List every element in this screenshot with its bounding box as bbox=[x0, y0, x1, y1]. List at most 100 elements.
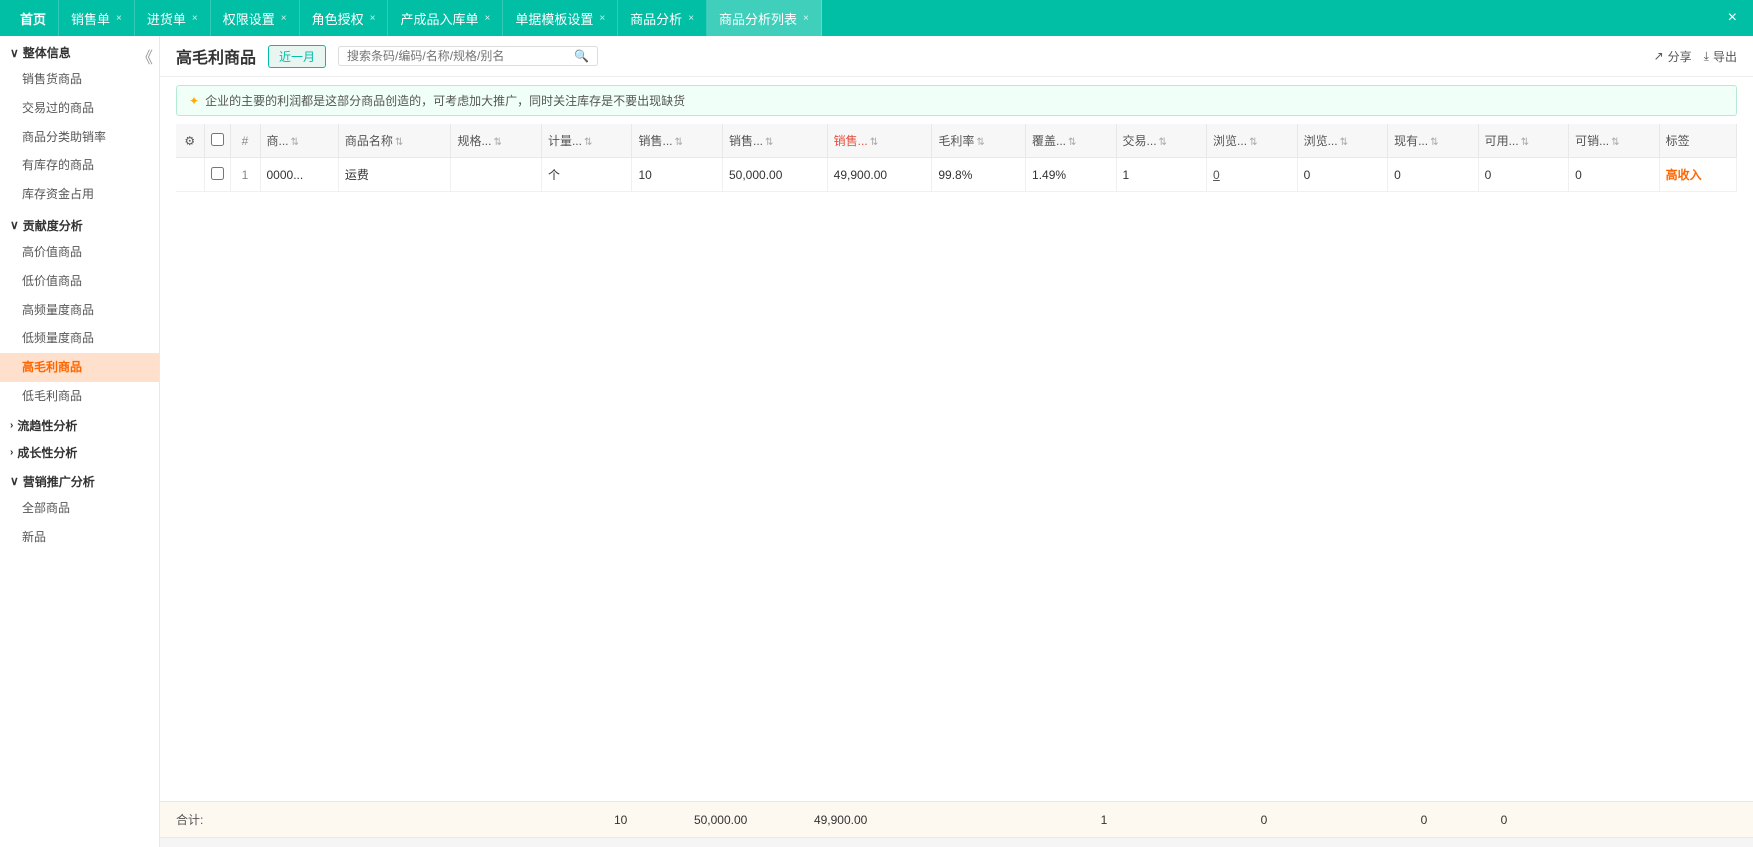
sidebar-item-low-freq-goods[interactable]: 低频量度商品 bbox=[0, 324, 159, 353]
th-current-stock[interactable]: 现有...⇅ bbox=[1388, 124, 1479, 158]
content-header: 高毛利商品 近一月 🔍 ↗ 分享 ⤓ 导出 bbox=[160, 36, 1753, 77]
top-navigation: 首页 销售单 × 进货单 × 权限设置 × 角色授权 × 产成品入库单 × 单据… bbox=[0, 0, 1753, 36]
sort-browse1-icon[interactable]: ⇅ bbox=[1249, 137, 1257, 148]
td-browse1[interactable]: 0 bbox=[1207, 158, 1298, 192]
horizontal-scrollbar[interactable] bbox=[160, 837, 1753, 847]
td-margin-rate: 99.8% bbox=[932, 158, 1026, 192]
sidebar-group-financial-analysis[interactable]: ∨ 贡献度分析 bbox=[0, 209, 159, 238]
close-permission-icon[interactable]: × bbox=[281, 13, 287, 24]
td-sales-amount: 50,000.00 bbox=[723, 158, 828, 192]
th-browse1[interactable]: 浏览...⇅ bbox=[1207, 124, 1298, 158]
th-checkbox[interactable] bbox=[204, 124, 230, 158]
td-sales-profit: 49,900.00 bbox=[827, 158, 932, 192]
th-browse2[interactable]: 浏览...⇅ bbox=[1297, 124, 1388, 158]
th-margin-rate[interactable]: 毛利率⇅ bbox=[932, 124, 1026, 158]
close-sales-order-icon[interactable]: × bbox=[116, 13, 122, 24]
th-sales-qty[interactable]: 销售...⇅ bbox=[632, 124, 723, 158]
nav-tab-sales-order[interactable]: 销售单 × bbox=[59, 0, 135, 36]
nav-tab-finished-goods[interactable]: 产成品入库单 × bbox=[388, 0, 503, 36]
footer-sales-qty: 10 bbox=[553, 813, 633, 827]
th-num: # bbox=[230, 124, 260, 158]
sort-trade-count-icon[interactable]: ⇅ bbox=[1159, 137, 1167, 148]
td-checkbox[interactable] bbox=[204, 158, 230, 192]
content-area: 高毛利商品 近一月 🔍 ↗ 分享 ⤓ 导出 ✦ 企业的主要的利润都是这部分商品创… bbox=[160, 36, 1753, 847]
sidebar-item-all-goods[interactable]: 全部商品 bbox=[0, 494, 159, 523]
close-purchase-order-icon[interactable]: × bbox=[192, 13, 198, 24]
sidebar-item-high-freq-goods[interactable]: 高频量度商品 bbox=[0, 296, 159, 325]
th-spec[interactable]: 规格...⇅ bbox=[451, 124, 542, 158]
close-all-button[interactable]: × bbox=[1720, 9, 1745, 27]
nav-tab-permission-settings[interactable]: 权限设置 × bbox=[211, 0, 300, 36]
share-button[interactable]: ↗ 分享 bbox=[1654, 48, 1692, 65]
sort-sales-profit-icon[interactable]: ⇅ bbox=[870, 137, 878, 148]
sidebar-item-goods-classification[interactable]: 商品分类助销率 bbox=[0, 123, 159, 152]
close-role-auth-icon[interactable]: × bbox=[370, 13, 376, 24]
sidebar-group-growth-analysis[interactable]: › 成长性分析 bbox=[0, 438, 159, 465]
nav-tab-role-auth[interactable]: 角色授权 × bbox=[300, 0, 389, 36]
info-icon: ✦ bbox=[189, 94, 199, 108]
nav-tab-goods-analysis[interactable]: 商品分析 × bbox=[618, 0, 707, 36]
sort-sales-qty-icon[interactable]: ⇅ bbox=[675, 137, 683, 148]
th-unit[interactable]: 计量...⇅ bbox=[541, 124, 632, 158]
sidebar-group-overall-info[interactable]: ∨ 整体信息 bbox=[0, 36, 159, 65]
sidebar-item-low-margin-goods[interactable]: 低毛利商品 bbox=[0, 382, 159, 411]
sidebar-collapse-button[interactable]: 《 bbox=[137, 44, 153, 68]
main-layout: 《 ∨ 整体信息 销售货商品 交易过的商品 商品分类助销率 有库存的商品 库存资… bbox=[0, 36, 1753, 847]
th-coverage[interactable]: 覆盖...⇅ bbox=[1026, 124, 1117, 158]
th-sales-amount[interactable]: 销售...⇅ bbox=[723, 124, 828, 158]
sort-sales-amount-icon[interactable]: ⇅ bbox=[765, 137, 773, 148]
sidebar: 《 ∨ 整体信息 销售货商品 交易过的商品 商品分类助销率 有库存的商品 库存资… bbox=[0, 36, 160, 847]
search-input[interactable] bbox=[347, 49, 570, 63]
sort-name-icon[interactable]: ⇅ bbox=[395, 137, 403, 148]
export-button[interactable]: ⤓ 导出 bbox=[1704, 48, 1737, 65]
th-code[interactable]: 商...⇅ bbox=[260, 124, 338, 158]
td-num: 1 bbox=[230, 158, 260, 192]
close-goods-analysis-icon[interactable]: × bbox=[688, 13, 694, 24]
sidebar-item-inventory-capital[interactable]: 库存资金占用 bbox=[0, 180, 159, 209]
sort-available-stock-icon[interactable]: ⇅ bbox=[1521, 137, 1529, 148]
sidebar-item-trading-goods[interactable]: 交易过的商品 bbox=[0, 94, 159, 123]
sidebar-item-new-goods[interactable]: 新品 bbox=[0, 523, 159, 552]
sidebar-item-sales-ranking[interactable]: 销售货商品 bbox=[0, 65, 159, 94]
nav-tab-goods-analysis-list[interactable]: 商品分析列表 × bbox=[707, 0, 822, 36]
search-icon[interactable]: 🔍 bbox=[574, 49, 589, 63]
nav-tab-home[interactable]: 首页 bbox=[8, 0, 59, 36]
sidebar-group-trend-analysis[interactable]: › 流趋性分析 bbox=[0, 411, 159, 438]
footer-saleable-stock: 0 bbox=[1433, 813, 1513, 827]
filter-recent-month-button[interactable]: 近一月 bbox=[268, 45, 326, 68]
table-row: 1 0000... 运费 个 10 50,000.00 49,900.00 99… bbox=[176, 158, 1737, 192]
sort-current-stock-icon[interactable]: ⇅ bbox=[1430, 137, 1438, 148]
sort-spec-icon[interactable]: ⇅ bbox=[493, 137, 501, 148]
sort-code-icon[interactable]: ⇅ bbox=[291, 137, 299, 148]
nav-tab-purchase-order[interactable]: 进货单 × bbox=[135, 0, 211, 36]
sort-unit-icon[interactable]: ⇅ bbox=[584, 137, 592, 148]
sidebar-group-marketing-analysis[interactable]: ∨ 营销推广分析 bbox=[0, 465, 159, 494]
table-header-row: ⚙ # 商...⇅ 商品名称⇅ 规格...⇅ 计量...⇅ 销售...⇅ 销售.… bbox=[176, 124, 1737, 158]
sidebar-item-low-value-goods[interactable]: 低价值商品 bbox=[0, 267, 159, 296]
close-goods-analysis-list-icon[interactable]: × bbox=[803, 13, 809, 24]
sidebar-item-inventory-goods[interactable]: 有库存的商品 bbox=[0, 151, 159, 180]
nav-tab-template-settings[interactable]: 单据模板设置 × bbox=[503, 0, 618, 36]
td-browse2: 0 bbox=[1297, 158, 1388, 192]
search-box[interactable]: 🔍 bbox=[338, 46, 598, 66]
th-saleable-stock[interactable]: 可销...⇅ bbox=[1569, 124, 1660, 158]
th-trade-count[interactable]: 交易...⇅ bbox=[1116, 124, 1207, 158]
footer-sales-amount: 50,000.00 bbox=[633, 813, 753, 827]
browse1-link[interactable]: 0 bbox=[1213, 168, 1220, 182]
row-checkbox[interactable] bbox=[211, 167, 224, 180]
sort-coverage-icon[interactable]: ⇅ bbox=[1068, 137, 1076, 148]
sidebar-item-high-margin-goods[interactable]: 高毛利商品 bbox=[0, 353, 159, 382]
close-template-settings-icon[interactable]: × bbox=[599, 13, 605, 24]
th-name[interactable]: 商品名称⇅ bbox=[338, 124, 451, 158]
sort-browse2-icon[interactable]: ⇅ bbox=[1340, 137, 1348, 148]
footer-trade-count: 1 bbox=[1033, 813, 1113, 827]
th-settings[interactable]: ⚙ bbox=[176, 124, 204, 158]
td-trade-count: 1 bbox=[1116, 158, 1207, 192]
th-sales-profit[interactable]: 销售...⇅ bbox=[827, 124, 932, 158]
sort-margin-rate-icon[interactable]: ⇅ bbox=[976, 137, 984, 148]
sort-saleable-stock-icon[interactable]: ⇅ bbox=[1611, 137, 1619, 148]
th-available-stock[interactable]: 可用...⇅ bbox=[1478, 124, 1569, 158]
select-all-checkbox[interactable] bbox=[211, 133, 224, 146]
sidebar-item-high-value-goods[interactable]: 高价值商品 bbox=[0, 238, 159, 267]
close-finished-goods-icon[interactable]: × bbox=[484, 13, 490, 24]
